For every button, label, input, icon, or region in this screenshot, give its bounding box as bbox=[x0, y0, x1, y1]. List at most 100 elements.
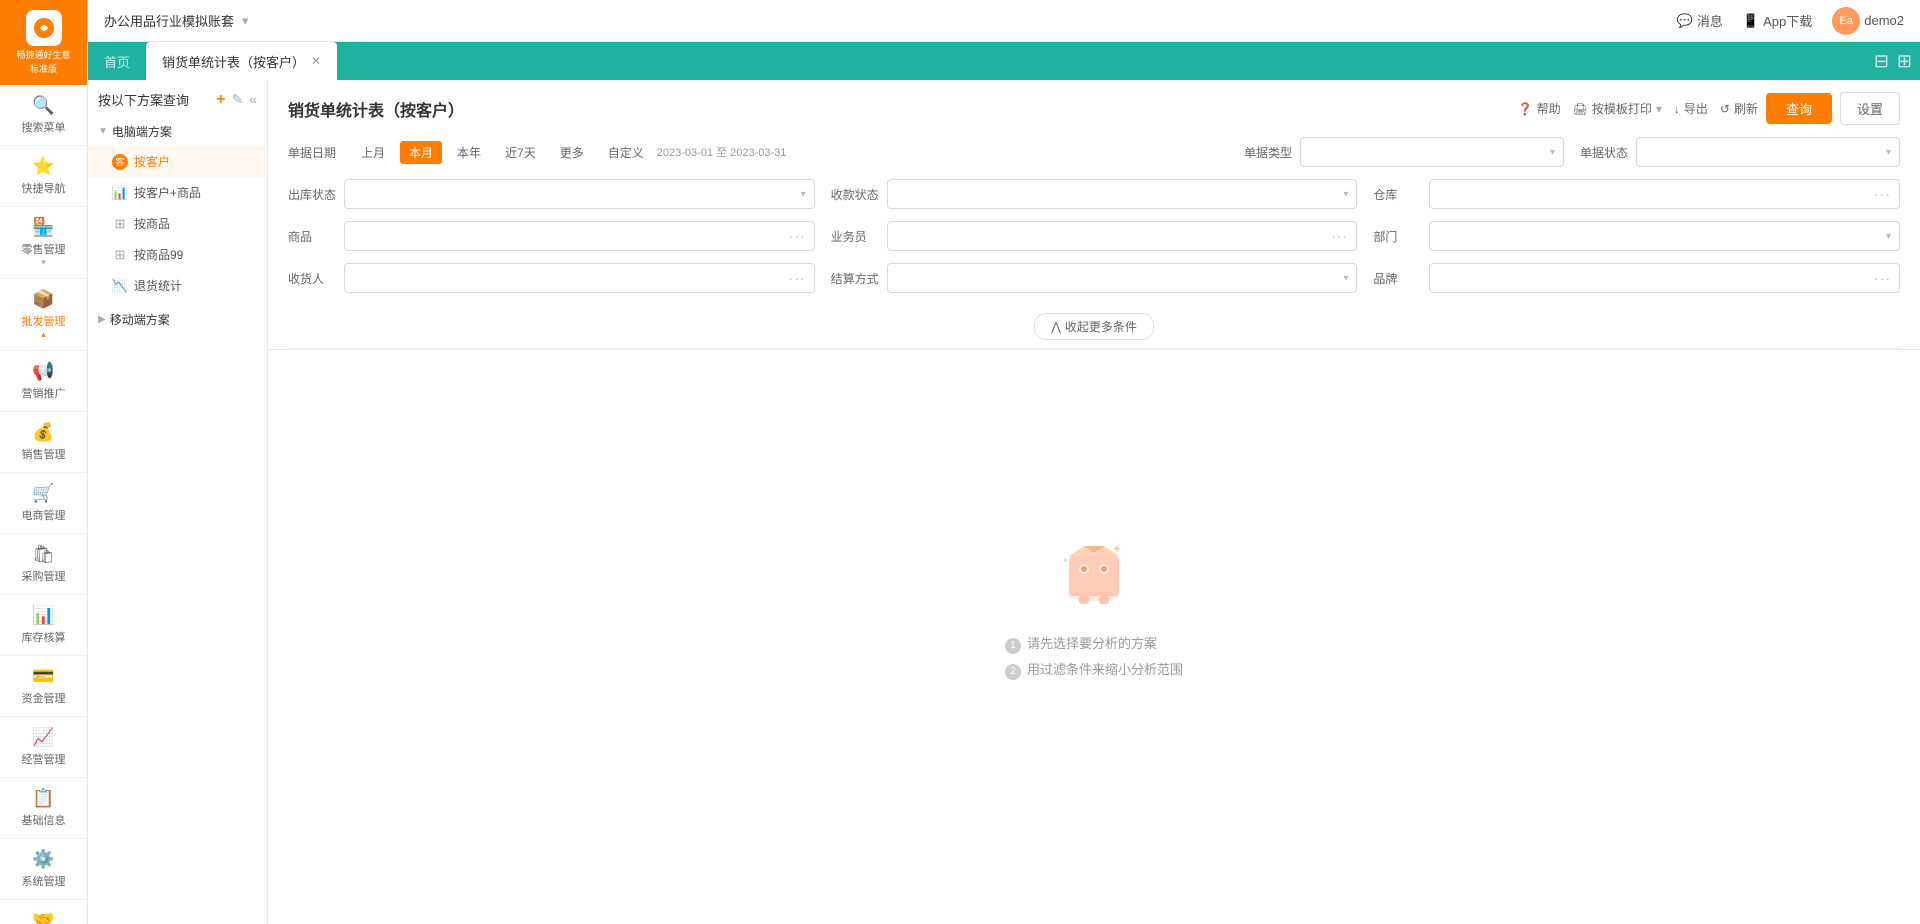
page-header: 销货单统计表（按客户） ❓ 帮助 🖨 按模板打印 ▾ bbox=[268, 80, 1920, 350]
receiver-control[interactable]: ··· bbox=[344, 263, 815, 293]
sidebar-item-finance[interactable]: 💳 资金管理 bbox=[0, 656, 87, 717]
filter-salesperson: 业务员 ··· bbox=[831, 221, 1358, 251]
date-btn-more[interactable]: 更多 bbox=[551, 141, 593, 164]
filter-receiver: 收货人 ··· bbox=[288, 263, 815, 293]
export-button[interactable]: ↓ 导出 bbox=[1674, 100, 1708, 117]
enterprise-icon: 🤝 bbox=[32, 910, 54, 924]
query-button[interactable]: 查询 bbox=[1766, 93, 1832, 124]
edit-scheme-button[interactable]: ✎ bbox=[231, 91, 243, 109]
empty-illustration: ✦ ✦ bbox=[1044, 511, 1144, 611]
print-dropdown-icon[interactable]: ▾ bbox=[1656, 102, 1662, 116]
sidebar-item-wholesale[interactable]: 📦 批发管理 ▴ bbox=[0, 279, 87, 351]
help-button[interactable]: ❓ 帮助 bbox=[1518, 100, 1561, 117]
sidebar-item-operation[interactable]: 📈 经营管理 bbox=[0, 717, 87, 778]
export-icon: ↓ bbox=[1674, 102, 1680, 116]
grid-icon-2: ⊞ bbox=[112, 247, 128, 263]
date-btn-last-month[interactable]: 上月 bbox=[352, 141, 394, 164]
svg-text:✦: ✦ bbox=[1112, 542, 1122, 556]
scheme-group-desktop-header[interactable]: ▼ 电脑端方案 bbox=[88, 117, 267, 146]
scheme-item-return-stat[interactable]: 📉 退货统计 bbox=[88, 270, 267, 301]
app-download-label: App下载 bbox=[1763, 11, 1812, 30]
scheme-group-mobile-header[interactable]: ▶ 移动端方案 bbox=[88, 305, 267, 334]
pay-status-label: 收款状态 bbox=[831, 186, 879, 203]
sidebar-item-inventory[interactable]: 📊 库存核算 bbox=[0, 595, 87, 656]
dropdown-icon[interactable]: ▾ bbox=[242, 13, 249, 29]
filter-row-4: 收货人 ··· 结算方式 ▾ bbox=[288, 263, 1900, 293]
sidebar-item-system[interactable]: ⚙️ 系统管理 bbox=[0, 839, 87, 900]
left-panel-header: 按以下方案查询 + ✎ « bbox=[88, 90, 267, 117]
date-btn-custom[interactable]: 自定义 bbox=[599, 141, 653, 164]
page-title: 销货单统计表（按客户） bbox=[288, 97, 464, 121]
bar-chart-icon-2: 📉 bbox=[112, 278, 128, 294]
sidebar-item-ecommerce[interactable]: 🛒 电商管理 bbox=[0, 473, 87, 534]
inventory-icon: 📊 bbox=[32, 605, 54, 626]
print-icon: 🖨 bbox=[1573, 102, 1588, 116]
phone-icon: 📱 bbox=[1743, 13, 1759, 29]
out-status-control[interactable]: ▾ bbox=[344, 179, 815, 209]
sidebar: 畅捷通好生意 标准版 🔍 搜索菜单 ⭐ 快捷导航 🏪 零售管理 ▾ 📦 批发管理… bbox=[0, 0, 88, 924]
refresh-button[interactable]: ↺ 刷新 bbox=[1720, 100, 1758, 117]
filter-row-2: 出库状态 ▾ 收款状态 ▾ bbox=[288, 179, 1900, 209]
message-button[interactable]: 💬 消息 bbox=[1677, 11, 1723, 30]
dept-control[interactable]: ▾ bbox=[1429, 221, 1900, 251]
order-status-chevron-icon: ▾ bbox=[1886, 147, 1891, 158]
tab-home[interactable]: 首页 bbox=[88, 42, 146, 80]
settle-method-control[interactable]: ▾ bbox=[887, 263, 1358, 293]
quick-nav-icon: ⭐ bbox=[32, 156, 54, 177]
sidebar-item-label: 营销推广 bbox=[22, 385, 66, 401]
collapse-button[interactable]: ⋀ 收起更多条件 bbox=[1034, 313, 1154, 340]
add-scheme-button[interactable]: + bbox=[216, 91, 225, 109]
warehouse-dots-icon: ··· bbox=[1874, 186, 1891, 202]
sidebar-item-search[interactable]: 🔍 搜索菜单 bbox=[0, 85, 87, 146]
brand-dots-icon: ··· bbox=[1874, 270, 1891, 286]
brand-label: 品牌 bbox=[1373, 270, 1421, 287]
sidebar-item-purchase[interactable]: 🛍 采购管理 bbox=[0, 534, 87, 595]
date-btn-this-year[interactable]: 本年 bbox=[448, 141, 490, 164]
tab-close-icon[interactable]: ✕ bbox=[311, 54, 321, 68]
app-download-button[interactable]: 📱 App下载 bbox=[1743, 11, 1812, 30]
scheme-group-label: 电脑端方案 bbox=[112, 123, 172, 140]
collapse-row[interactable]: ⋀ 收起更多条件 bbox=[288, 305, 1900, 349]
tab-sales-stat[interactable]: 销货单统计表（按客户） ✕ bbox=[146, 42, 337, 80]
header-right: 💬 消息 📱 App下载 Ea demo2 bbox=[1677, 7, 1904, 35]
main-area: 办公用品行业模拟账套 ▾ 💬 消息 📱 App下载 Ea demo2 首页 bbox=[88, 0, 1920, 924]
sidebar-item-quick-nav[interactable]: ⭐ 快捷导航 bbox=[0, 146, 87, 207]
expand-triangle-icon: ▼ bbox=[98, 126, 108, 137]
filter-warehouse: 仓库 ··· bbox=[1373, 179, 1900, 209]
order-status-control[interactable]: ▾ bbox=[1636, 137, 1900, 167]
finance-icon: 💳 bbox=[32, 666, 54, 687]
print-template-button[interactable]: 🖨 按模板打印 ▾ bbox=[1573, 100, 1662, 117]
maximize-icon[interactable]: ⊞ bbox=[1897, 51, 1912, 72]
left-panel: 按以下方案查询 + ✎ « ▼ 电脑端方案 客 按客户 📊 bbox=[88, 80, 268, 924]
warehouse-control[interactable]: ··· bbox=[1429, 179, 1900, 209]
settings-button[interactable]: 设置 bbox=[1840, 92, 1900, 125]
sidebar-item-marketing[interactable]: 📢 营销推广 bbox=[0, 351, 87, 412]
scheme-item-by-goods[interactable]: ⊞ 按商品 bbox=[88, 208, 267, 239]
date-shortcuts: 上月 本月 本年 近7天 更多 自定义 bbox=[352, 141, 653, 164]
tab-extra: ⊟ ⊞ bbox=[1874, 51, 1920, 72]
help-label: 帮助 bbox=[1537, 100, 1561, 117]
scheme-item-by-customer[interactable]: 客 按客户 bbox=[88, 146, 267, 177]
order-type-chevron-icon: ▾ bbox=[1550, 147, 1555, 158]
sidebar-item-base[interactable]: 📋 基础信息 bbox=[0, 778, 87, 839]
scheme-item-by-goods-99[interactable]: ⊞ 按商品99 bbox=[88, 239, 267, 270]
order-type-control[interactable]: ▾ bbox=[1300, 137, 1564, 167]
scheme-item-customer-goods[interactable]: 📊 按客户+商品 bbox=[88, 177, 267, 208]
scheme-group-mobile: ▶ 移动端方案 bbox=[88, 305, 267, 334]
collapse-panel-button[interactable]: « bbox=[249, 91, 257, 109]
salesperson-control[interactable]: ··· bbox=[887, 221, 1358, 251]
filter-out-status: 出库状态 ▾ bbox=[288, 179, 815, 209]
app-subtitle: 标准版 bbox=[30, 62, 57, 75]
goods-control[interactable]: ··· bbox=[344, 221, 815, 251]
minimize-icon[interactable]: ⊟ bbox=[1874, 51, 1889, 72]
sidebar-item-sales[interactable]: 💰 销售管理 bbox=[0, 412, 87, 473]
date-btn-this-month[interactable]: 本月 bbox=[400, 141, 442, 164]
sidebar-item-enterprise[interactable]: 🤝 企业协同 bbox=[0, 900, 87, 924]
user-profile[interactable]: Ea demo2 bbox=[1832, 7, 1904, 35]
brand-control[interactable]: ··· bbox=[1429, 263, 1900, 293]
pay-status-control[interactable]: ▾ bbox=[887, 179, 1358, 209]
date-btn-last-7[interactable]: 近7天 bbox=[496, 141, 545, 164]
sales-icon: 💰 bbox=[32, 422, 54, 443]
empty-tip-1: 请先选择要分析的方案 bbox=[1005, 631, 1183, 657]
sidebar-item-retail[interactable]: 🏪 零售管理 ▾ bbox=[0, 207, 87, 279]
